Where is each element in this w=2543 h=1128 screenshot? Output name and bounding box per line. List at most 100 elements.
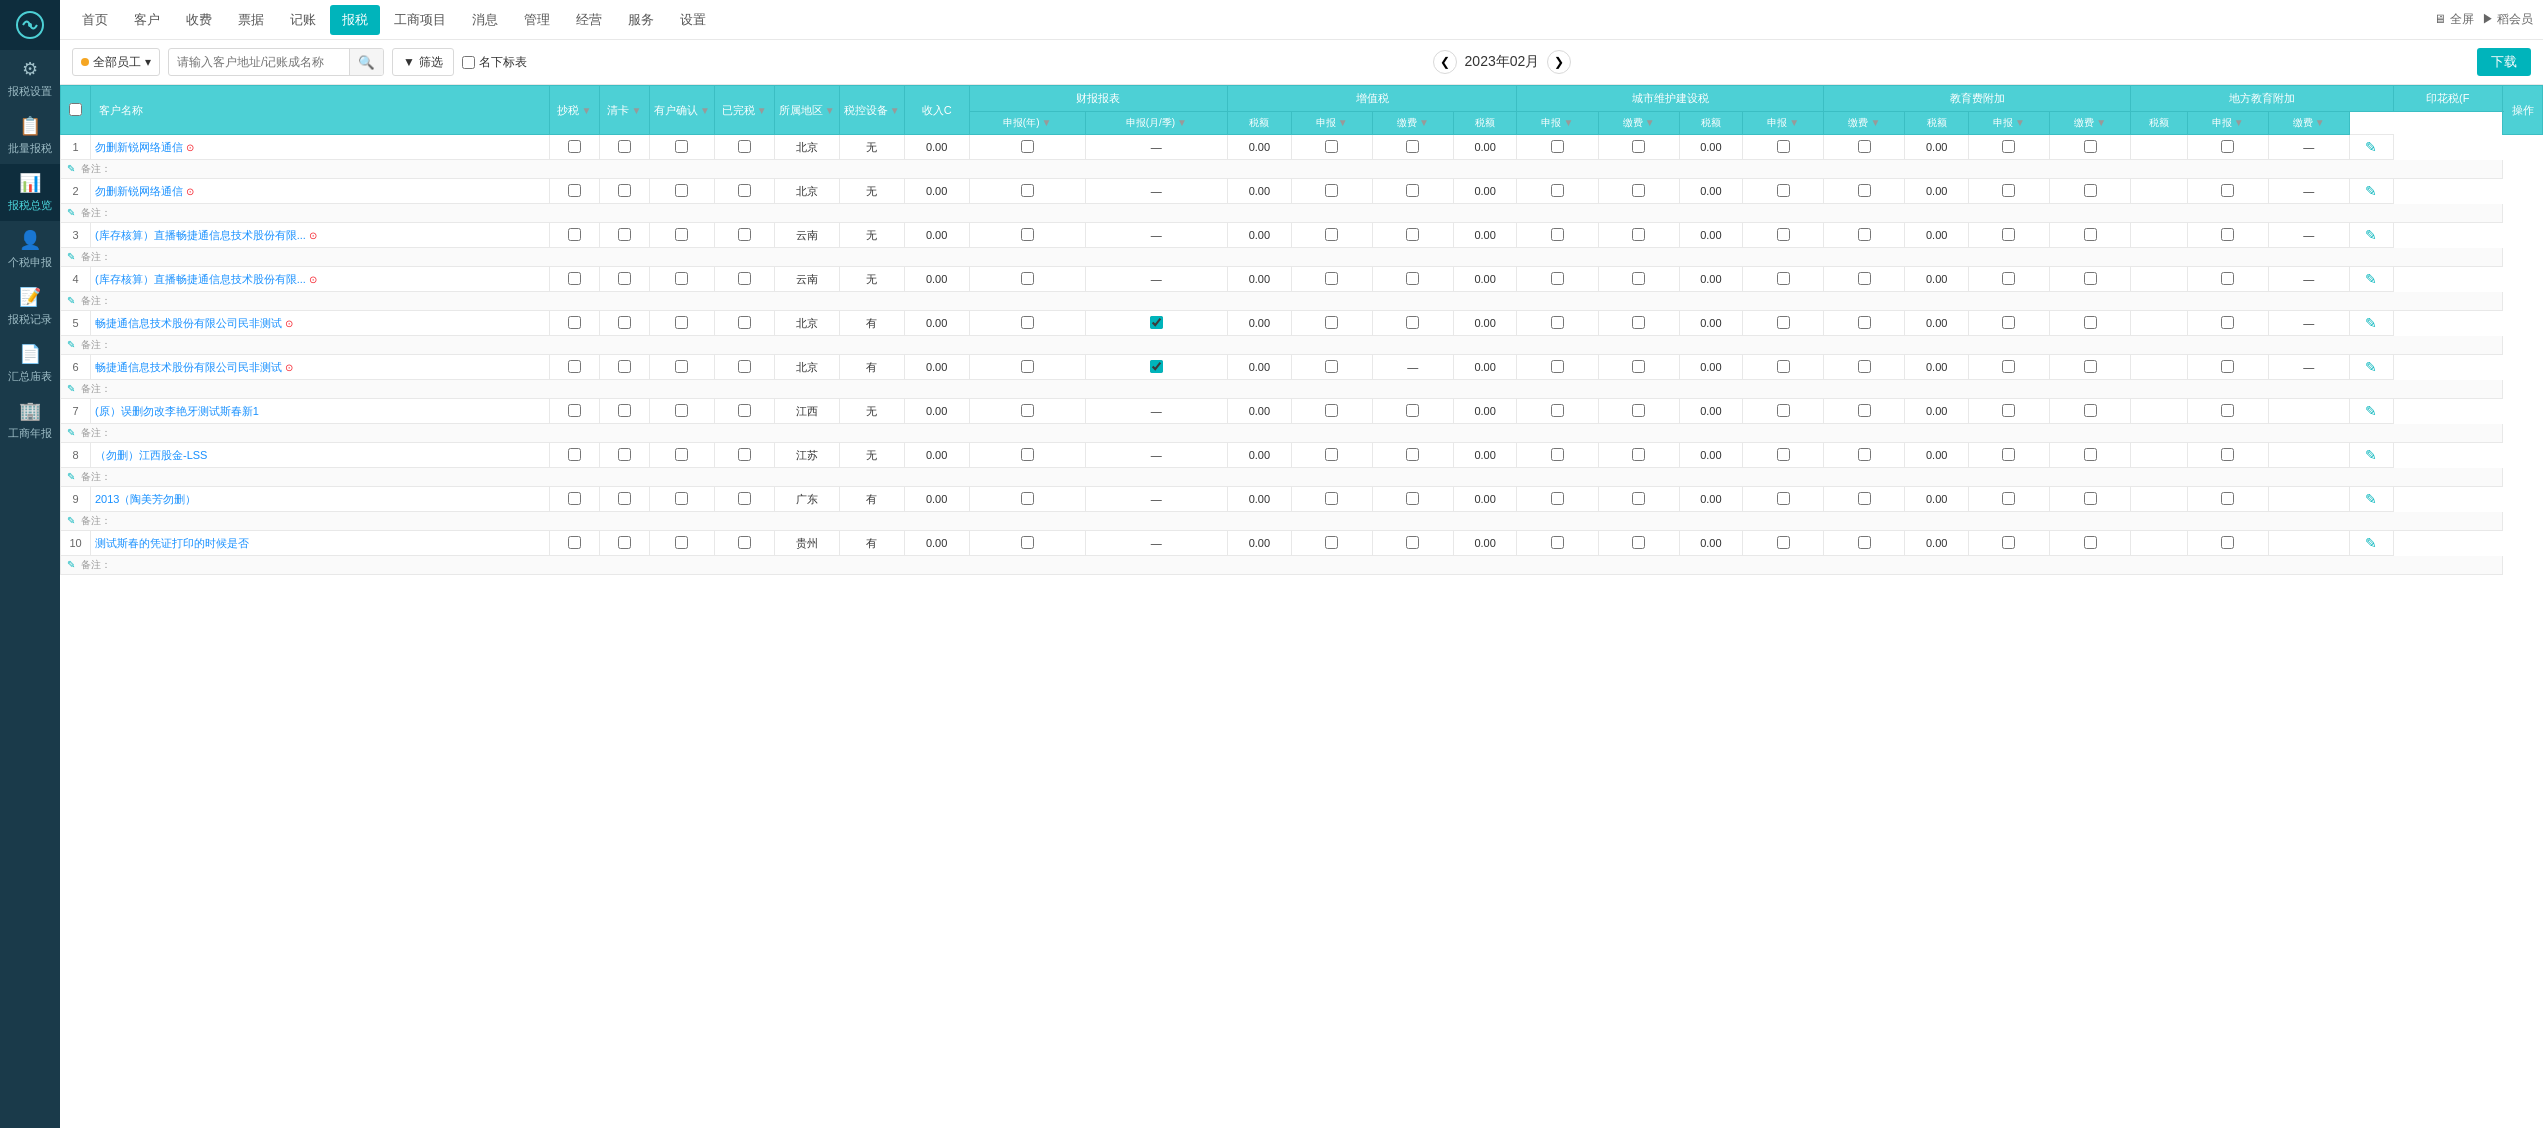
- yhs-shenbao-cell[interactable]: [2187, 487, 2268, 512]
- qingka-cell[interactable]: [599, 135, 649, 160]
- edit-icon[interactable]: ✎: [2365, 359, 2377, 375]
- jy-shenbao-checkbox[interactable]: [1777, 184, 1790, 197]
- csws-shenbao-cell[interactable]: [1517, 399, 1598, 424]
- csws-jiaofei-cell[interactable]: [1598, 311, 1679, 336]
- yhs-shenbao-checkbox[interactable]: [2221, 228, 2234, 241]
- zzs-shenbao-cell[interactable]: [1291, 179, 1372, 204]
- youhu-cell[interactable]: [649, 531, 714, 556]
- caibao-year-cell[interactable]: [969, 355, 1085, 380]
- caibao-month-cell[interactable]: —: [1085, 267, 1228, 292]
- caibao-month-cell[interactable]: —: [1085, 487, 1228, 512]
- edit-icon[interactable]: ✎: [2365, 535, 2377, 551]
- sidebar-item-huizong[interactable]: 📄 汇总庙表: [0, 335, 60, 392]
- zzs-jiaofei-cell[interactable]: [1372, 135, 1453, 160]
- dfjy-jiaofei-cell[interactable]: [2050, 355, 2131, 380]
- dfjy-jiaofei-cell[interactable]: [2050, 443, 2131, 468]
- qingka-cell[interactable]: [599, 311, 649, 336]
- dfjy-shenbao-checkbox[interactable]: [2002, 448, 2015, 461]
- zzs-shenbao-cell[interactable]: [1291, 443, 1372, 468]
- qingka-checkbox[interactable]: [618, 184, 631, 197]
- jy-shenbao-cell[interactable]: [1743, 399, 1824, 424]
- youhu-checkbox[interactable]: [675, 184, 688, 197]
- zzs-jiaofei-cell[interactable]: [1372, 311, 1453, 336]
- edit-icon[interactable]: ✎: [2365, 491, 2377, 507]
- caibao-year-checkbox[interactable]: [1021, 448, 1034, 461]
- customer-name[interactable]: 2013（陶美芳勿删）: [91, 487, 550, 512]
- yiwanshui-cell[interactable]: [714, 443, 774, 468]
- chaoshui-checkbox[interactable]: [568, 536, 581, 549]
- customer-name[interactable]: 畅捷通信息技术股份有限公司民非测试⊙: [91, 355, 550, 380]
- yhs-shenbao-cell[interactable]: [2187, 135, 2268, 160]
- chaoshui-checkbox[interactable]: [568, 272, 581, 285]
- zzs-jiaofei-checkbox[interactable]: [1406, 272, 1419, 285]
- yhs-jiaofei-cell[interactable]: —: [2268, 179, 2349, 204]
- chaoshui-checkbox[interactable]: [568, 140, 581, 153]
- action-cell[interactable]: ✎: [2349, 487, 2393, 512]
- action-cell[interactable]: ✎: [2349, 531, 2393, 556]
- action-cell[interactable]: ✎: [2349, 267, 2393, 292]
- dfjy-jiaofei-checkbox[interactable]: [2084, 140, 2097, 153]
- qingka-checkbox[interactable]: [618, 228, 631, 241]
- yiwanshui-cell[interactable]: [714, 487, 774, 512]
- csws-jiaofei-checkbox[interactable]: [1632, 316, 1645, 329]
- yiwanshui-checkbox[interactable]: [738, 492, 751, 505]
- csws-shenbao-cell[interactable]: [1517, 267, 1598, 292]
- csws-jiaofei-checkbox[interactable]: [1632, 448, 1645, 461]
- dfjy-jiaofei-cell[interactable]: [2050, 399, 2131, 424]
- yhs-jiaofei-cell[interactable]: —: [2268, 355, 2349, 380]
- chaoshui-checkbox[interactable]: [568, 184, 581, 197]
- dfjy-shenbao-cell[interactable]: [1968, 399, 2049, 424]
- jy-jiaofei-cell[interactable]: [1824, 135, 1905, 160]
- dfjy-shenbao-cell[interactable]: [1968, 223, 2049, 248]
- chaoshui-checkbox[interactable]: [568, 404, 581, 417]
- zzs-shenbao-cell[interactable]: [1291, 531, 1372, 556]
- yhs-shenbao-checkbox[interactable]: [2221, 360, 2234, 373]
- csws-shenbao-cell[interactable]: [1517, 531, 1598, 556]
- zzs-shenbao-cell[interactable]: [1291, 267, 1372, 292]
- qingka-cell[interactable]: [599, 531, 649, 556]
- yiwanshui-cell[interactable]: [714, 355, 774, 380]
- yiwanshui-checkbox[interactable]: [738, 360, 751, 373]
- jy-shenbao-cell[interactable]: [1743, 355, 1824, 380]
- zzs-jiaofei-cell[interactable]: [1372, 179, 1453, 204]
- nav-baoshui[interactable]: 报税: [330, 5, 380, 35]
- caibao-month-cell[interactable]: —: [1085, 135, 1228, 160]
- csws-jiaofei-cell[interactable]: [1598, 179, 1679, 204]
- nav-jingying[interactable]: 经营: [564, 5, 614, 35]
- yiwanshui-checkbox[interactable]: [738, 140, 751, 153]
- note-cell[interactable]: ✎ 备注：: [61, 424, 2503, 443]
- sidebar-item-baoshui-zonglan[interactable]: 📊 报税总览: [0, 164, 60, 221]
- dfjy-shenbao-checkbox[interactable]: [2002, 360, 2015, 373]
- csws-shenbao-checkbox[interactable]: [1551, 404, 1564, 417]
- chaoshui-cell[interactable]: [549, 487, 599, 512]
- filter-btn[interactable]: ▼ 筛选: [392, 48, 454, 76]
- customer-name[interactable]: 勿删新锐网络通信⊙: [91, 135, 550, 160]
- yhs-shenbao-cell[interactable]: [2187, 311, 2268, 336]
- dfjy-jiaofei-checkbox[interactable]: [2084, 536, 2097, 549]
- caibao-year-checkbox[interactable]: [1021, 184, 1034, 197]
- customer-name[interactable]: 畅捷通信息技术股份有限公司民非测试⊙: [91, 311, 550, 336]
- youhu-cell[interactable]: [649, 399, 714, 424]
- note-cell[interactable]: ✎ 备注：: [61, 512, 2503, 531]
- edit-icon[interactable]: ✎: [2365, 315, 2377, 331]
- qingka-checkbox[interactable]: [618, 360, 631, 373]
- csws-jiaofei-cell[interactable]: [1598, 443, 1679, 468]
- yiwanshui-cell[interactable]: [714, 399, 774, 424]
- yhs-jiaofei-cell[interactable]: —: [2268, 311, 2349, 336]
- edit-icon[interactable]: ✎: [2365, 403, 2377, 419]
- chaoshui-cell[interactable]: [549, 311, 599, 336]
- employee-select[interactable]: 全部员工 ▾: [72, 48, 160, 76]
- chaoshui-checkbox[interactable]: [568, 228, 581, 241]
- csws-shenbao-checkbox[interactable]: [1551, 316, 1564, 329]
- csws-jiaofei-checkbox[interactable]: [1632, 536, 1645, 549]
- edit-icon[interactable]: ✎: [2365, 227, 2377, 243]
- customer-name[interactable]: (库存核算）直播畅捷通信息技术股份有限...⊙: [91, 223, 550, 248]
- youhu-cell[interactable]: [649, 311, 714, 336]
- yhs-jiaofei-cell[interactable]: [2268, 399, 2349, 424]
- zzs-shenbao-cell[interactable]: [1291, 487, 1372, 512]
- yhs-jiaofei-cell[interactable]: [2268, 531, 2349, 556]
- zzs-jiaofei-checkbox[interactable]: [1406, 448, 1419, 461]
- jy-shenbao-checkbox[interactable]: [1777, 536, 1790, 549]
- search-input[interactable]: [169, 55, 349, 69]
- yhs-shenbao-checkbox[interactable]: [2221, 404, 2234, 417]
